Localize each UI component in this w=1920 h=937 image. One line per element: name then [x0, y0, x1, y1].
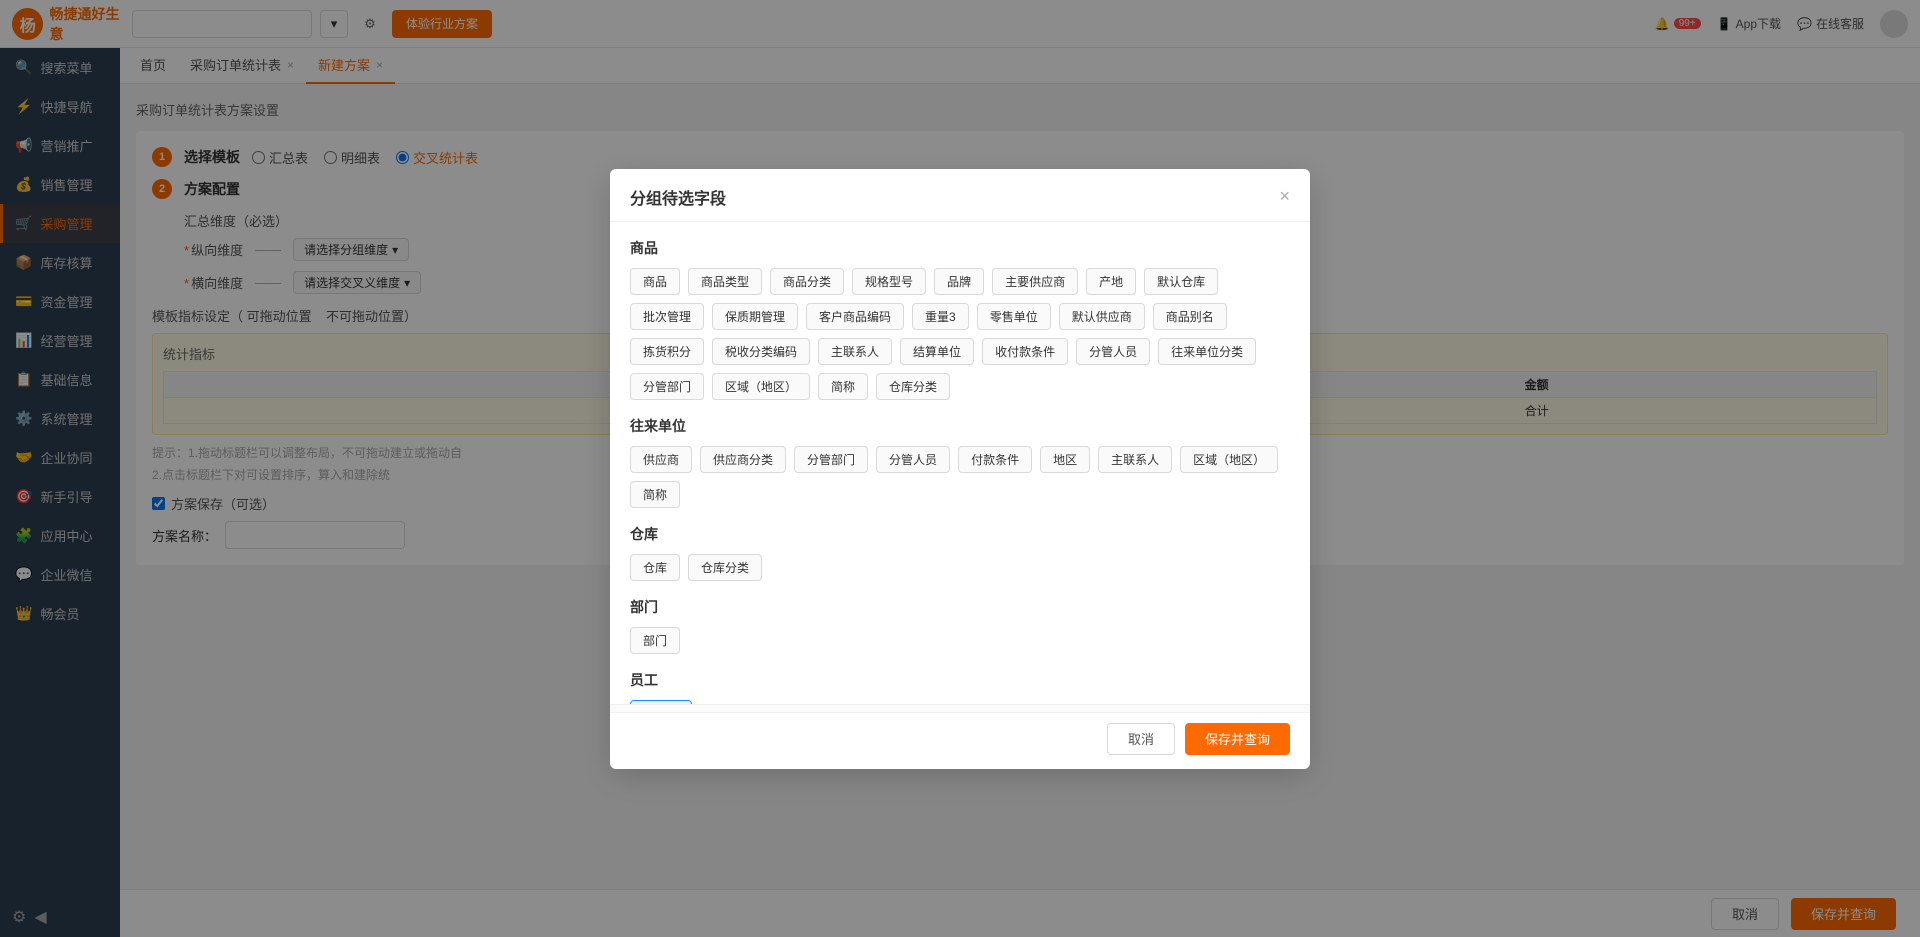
- field-tag[interactable]: 商品类型: [688, 268, 762, 295]
- field-tag[interactable]: 简称: [818, 373, 868, 400]
- section-title-dept: 部门: [630, 597, 1290, 617]
- field-tag[interactable]: 分管部门: [630, 373, 704, 400]
- field-tag[interactable]: 结算单位: [900, 338, 974, 365]
- modal-section-partner: 往来单位 供应商 供应商分类 分管部门 分管人员 付款条件 地区 主联系人 区域…: [630, 416, 1290, 508]
- field-tags-goods: 商品 商品类型 商品分类 规格型号 品牌 主要供应商 产地 默认仓库 批次管理 …: [630, 268, 1290, 400]
- field-tag[interactable]: 付款条件: [958, 446, 1032, 473]
- modal-title: 分组待选字段: [630, 185, 726, 209]
- field-tag[interactable]: 默认供应商: [1059, 303, 1145, 330]
- modal-overlay: 分组待选字段 × 商品 商品 商品类型 商品分类 规格型号 品牌 主要供应商 产…: [0, 0, 1920, 937]
- field-tag[interactable]: 分管部门: [794, 446, 868, 473]
- field-tag[interactable]: 重量3: [912, 303, 969, 330]
- field-tag[interactable]: 保质期管理: [712, 303, 798, 330]
- field-tag[interactable]: 地区: [1040, 446, 1090, 473]
- field-tag[interactable]: 分管人员: [1076, 338, 1150, 365]
- field-tag[interactable]: 商品分类: [770, 268, 844, 295]
- modal-footer: 取消 保存并查询: [610, 712, 1310, 769]
- modal-section-goods: 商品 商品 商品类型 商品分类 规格型号 品牌 主要供应商 产地 默认仓库 批次…: [630, 238, 1290, 400]
- modal: 分组待选字段 × 商品 商品 商品类型 商品分类 规格型号 品牌 主要供应商 产…: [610, 169, 1310, 769]
- field-tag[interactable]: 品牌: [934, 268, 984, 295]
- field-tag[interactable]: 往来单位分类: [1158, 338, 1256, 365]
- modal-hscrollbar[interactable]: [610, 704, 1310, 712]
- field-tag[interactable]: 仓库: [630, 554, 680, 581]
- modal-header: 分组待选字段 ×: [610, 169, 1310, 222]
- field-tags-warehouse: 仓库 仓库分类: [630, 554, 1290, 581]
- field-tag[interactable]: 拣货积分: [630, 338, 704, 365]
- field-tag[interactable]: 商品别名: [1153, 303, 1227, 330]
- field-tags-dept: 部门: [630, 627, 1290, 654]
- field-tags-partner: 供应商 供应商分类 分管部门 分管人员 付款条件 地区 主联系人 区域（地区） …: [630, 446, 1290, 508]
- field-tag[interactable]: 供应商: [630, 446, 692, 473]
- modal-section-dept: 部门 部门: [630, 597, 1290, 654]
- field-tag[interactable]: 简称: [630, 481, 680, 508]
- field-tag[interactable]: 主要供应商: [992, 268, 1078, 295]
- modal-confirm-button[interactable]: 保存并查询: [1185, 723, 1290, 755]
- field-tag[interactable]: 部门: [630, 627, 680, 654]
- modal-body: 商品 商品 商品类型 商品分类 规格型号 品牌 主要供应商 产地 默认仓库 批次…: [610, 222, 1310, 704]
- section-title-goods: 商品: [630, 238, 1290, 258]
- section-title-warehouse: 仓库: [630, 524, 1290, 544]
- field-tag[interactable]: 供应商分类: [700, 446, 786, 473]
- field-tag[interactable]: 客户商品编码: [806, 303, 904, 330]
- field-tag[interactable]: 产地: [1086, 268, 1136, 295]
- field-tag[interactable]: 仓库分类: [688, 554, 762, 581]
- field-tag[interactable]: 主联系人: [1098, 446, 1172, 473]
- section-title-partner: 往来单位: [630, 416, 1290, 436]
- modal-section-warehouse: 仓库 仓库 仓库分类: [630, 524, 1290, 581]
- field-tag[interactable]: 分管人员: [876, 446, 950, 473]
- field-tag[interactable]: 收付款条件: [982, 338, 1068, 365]
- field-tag[interactable]: 商品: [630, 268, 680, 295]
- section-title-staff: 员工: [630, 670, 1290, 690]
- modal-close-icon[interactable]: ×: [1279, 186, 1290, 207]
- field-tag[interactable]: 批次管理: [630, 303, 704, 330]
- field-tag[interactable]: 区域（地区）: [1180, 446, 1278, 473]
- modal-section-staff: 员工 业务员: [630, 670, 1290, 704]
- field-tag[interactable]: 仓库分类: [876, 373, 950, 400]
- field-tag[interactable]: 默认仓库: [1144, 268, 1218, 295]
- field-tag[interactable]: 零售单位: [977, 303, 1051, 330]
- modal-cancel-button[interactable]: 取消: [1107, 723, 1175, 755]
- field-tag[interactable]: 区域（地区）: [712, 373, 810, 400]
- field-tag[interactable]: 税收分类编码: [712, 338, 810, 365]
- field-tag[interactable]: 主联系人: [818, 338, 892, 365]
- field-tag[interactable]: 规格型号: [852, 268, 926, 295]
